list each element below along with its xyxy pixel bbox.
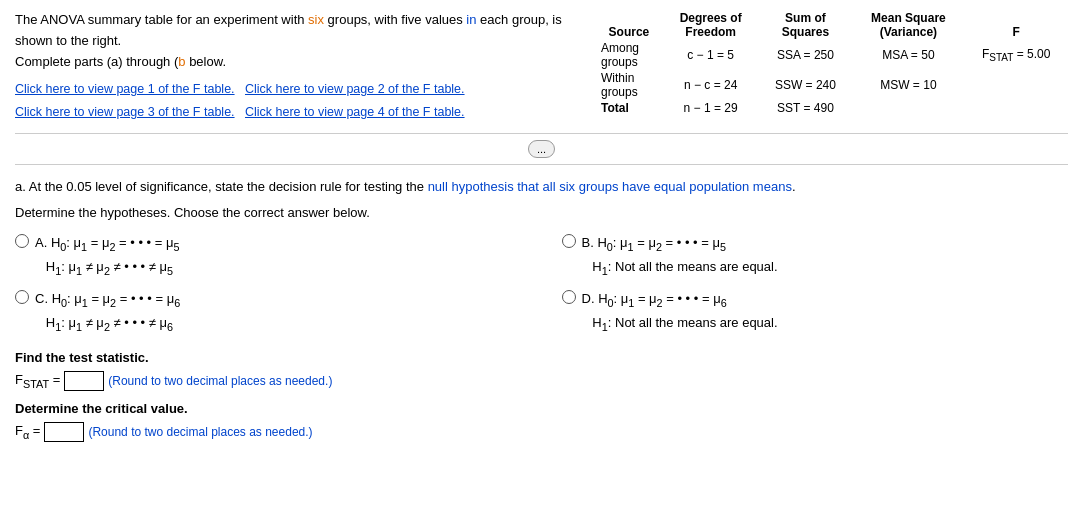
- df-within: n − c = 24: [663, 70, 758, 100]
- intro-b: b: [178, 54, 185, 69]
- option-a: A. H0: μ1 = μ2 = • • • = μ5 H1: μ1 ≠ μ2 …: [15, 232, 522, 280]
- divider: ...: [15, 134, 1068, 165]
- option-b-h1: H1: Not all the means are equal.: [582, 259, 778, 274]
- question-a-text: a. At the 0.05 level of significance, st…: [15, 177, 1068, 197]
- fstat-label: FSTAT =: [15, 372, 60, 390]
- ms-among: MSA = 50: [853, 40, 965, 70]
- option-a-label: A.: [35, 235, 51, 250]
- falpha-input-row: Fα = (Round to two decimal places as nee…: [15, 422, 1068, 442]
- option-d-h0: H0: μ1 = μ2 = • • • = μ6: [598, 291, 727, 306]
- option-b-label: B.: [582, 235, 598, 250]
- option-d: D. H0: μ1 = μ2 = • • • = μ6 H1: Not all …: [562, 288, 1069, 336]
- intro-text-4: Complete parts (a) through (: [15, 54, 178, 69]
- f-total: [964, 100, 1068, 116]
- intro-and-links: The ANOVA summary table for an experimen…: [15, 10, 575, 123]
- option-c-label: C.: [35, 291, 52, 306]
- option-d-radio[interactable]: [562, 290, 576, 304]
- expand-button[interactable]: ...: [528, 140, 555, 158]
- fstat-round-note: (Round to two decimal places as needed.): [108, 374, 332, 388]
- option-a-h0: H0: μ1 = μ2 = • • • = μ5: [51, 235, 180, 250]
- col-ms: Mean Square(Variance): [853, 10, 965, 40]
- option-a-content: A. H0: μ1 = μ2 = • • • = μ5 H1: μ1 ≠ μ2 …: [35, 232, 179, 280]
- option-d-h1: H1: Not all the means are equal.: [582, 315, 778, 330]
- falpha-label: Fα =: [15, 423, 40, 441]
- source-within: Withingroups: [595, 70, 663, 100]
- link-page4[interactable]: Click here to view page 4 of the F table…: [245, 105, 465, 119]
- option-c-radio[interactable]: [15, 290, 29, 304]
- ss-among: SSA = 250: [758, 40, 852, 70]
- option-d-label: D.: [582, 291, 599, 306]
- intro-text-5: below.: [186, 54, 226, 69]
- intro-text-2: groups, with five values: [324, 12, 466, 27]
- col-f: F: [964, 10, 1068, 40]
- option-c-h0: H0: μ1 = μ2 = • • • = μ6: [52, 291, 181, 306]
- ss-total: SST = 490: [758, 100, 852, 116]
- source-total: Total: [595, 100, 663, 116]
- option-b-h0: H0: μ1 = μ2 = • • • = μ5: [597, 235, 726, 250]
- link-page3[interactable]: Click here to view page 3 of the F table…: [15, 105, 235, 119]
- option-d-content: D. H0: μ1 = μ2 = • • • = μ6 H1: Not all …: [582, 288, 778, 336]
- intro-in: in: [466, 12, 476, 27]
- top-section: The ANOVA summary table for an experimen…: [15, 10, 1068, 134]
- qa-text-2: .: [792, 179, 796, 194]
- f-among: FSTAT = 5.00: [964, 40, 1068, 70]
- intro-paragraph: The ANOVA summary table for an experimen…: [15, 10, 575, 72]
- table-row-within: Withingroups n − c = 24 SSW = 240 MSW = …: [595, 70, 1068, 100]
- find-statistic-label: Find the test statistic.: [15, 350, 1068, 365]
- f-within: [964, 70, 1068, 100]
- links-row-1: Click here to view page 1 of the F table…: [15, 78, 575, 101]
- df-total: n − 1 = 29: [663, 100, 758, 116]
- fstat-input[interactable]: [64, 371, 104, 391]
- anova-table: Source Degrees ofFreedom Sum ofSquares M…: [595, 10, 1068, 123]
- ms-total: [853, 100, 965, 116]
- col-df: Degrees ofFreedom: [663, 10, 758, 40]
- table-row-among: Amonggroups c − 1 = 5 SSA = 250 MSA = 50…: [595, 40, 1068, 70]
- fstat-input-row: FSTAT = (Round to two decimal places as …: [15, 371, 1068, 391]
- link-page2[interactable]: Click here to view page 2 of the F table…: [245, 82, 465, 96]
- table-row-total: Total n − 1 = 29 SST = 490: [595, 100, 1068, 116]
- option-b: B. H0: μ1 = μ2 = • • • = μ5 H1: Not all …: [562, 232, 1069, 280]
- col-source: Source: [595, 10, 663, 40]
- qa-text-1: a. At the 0.05 level of significance, st…: [15, 179, 428, 194]
- col-ss: Sum ofSquares: [758, 10, 852, 40]
- option-c: C. H0: μ1 = μ2 = • • • = μ6 H1: μ1 ≠ μ2 …: [15, 288, 522, 336]
- options-grid: A. H0: μ1 = μ2 = • • • = μ5 H1: μ1 ≠ μ2 …: [15, 232, 1068, 336]
- falpha-input[interactable]: [44, 422, 84, 442]
- intro-six: six: [308, 12, 324, 27]
- falpha-round-note: (Round to two decimal places as needed.): [88, 425, 312, 439]
- link-page1[interactable]: Click here to view page 1 of the F table…: [15, 82, 235, 96]
- option-a-radio[interactable]: [15, 234, 29, 248]
- links-row-2: Click here to view page 3 of the F table…: [15, 101, 575, 124]
- bottom-section: a. At the 0.05 level of significance, st…: [15, 165, 1068, 442]
- option-a-h1: H1: μ1 ≠ μ2 ≠ • • • ≠ μ5: [35, 259, 173, 274]
- links-section: Click here to view page 1 of the F table…: [15, 78, 575, 123]
- source-among: Amonggroups: [595, 40, 663, 70]
- ss-within: SSW = 240: [758, 70, 852, 100]
- critical-value-label: Determine the critical value.: [15, 401, 1068, 416]
- intro-text-1: The ANOVA summary table for an experimen…: [15, 12, 308, 27]
- qa-highlight: null hypothesis that all six groups have…: [428, 179, 792, 194]
- option-b-radio[interactable]: [562, 234, 576, 248]
- df-among: c − 1 = 5: [663, 40, 758, 70]
- sub-question-text: Determine the hypotheses. Choose the cor…: [15, 205, 1068, 220]
- option-c-content: C. H0: μ1 = μ2 = • • • = μ6 H1: μ1 ≠ μ2 …: [35, 288, 180, 336]
- option-b-content: B. H0: μ1 = μ2 = • • • = μ5 H1: Not all …: [582, 232, 778, 280]
- ms-within: MSW = 10: [853, 70, 965, 100]
- option-c-h1: H1: μ1 ≠ μ2 ≠ • • • ≠ μ6: [35, 315, 173, 330]
